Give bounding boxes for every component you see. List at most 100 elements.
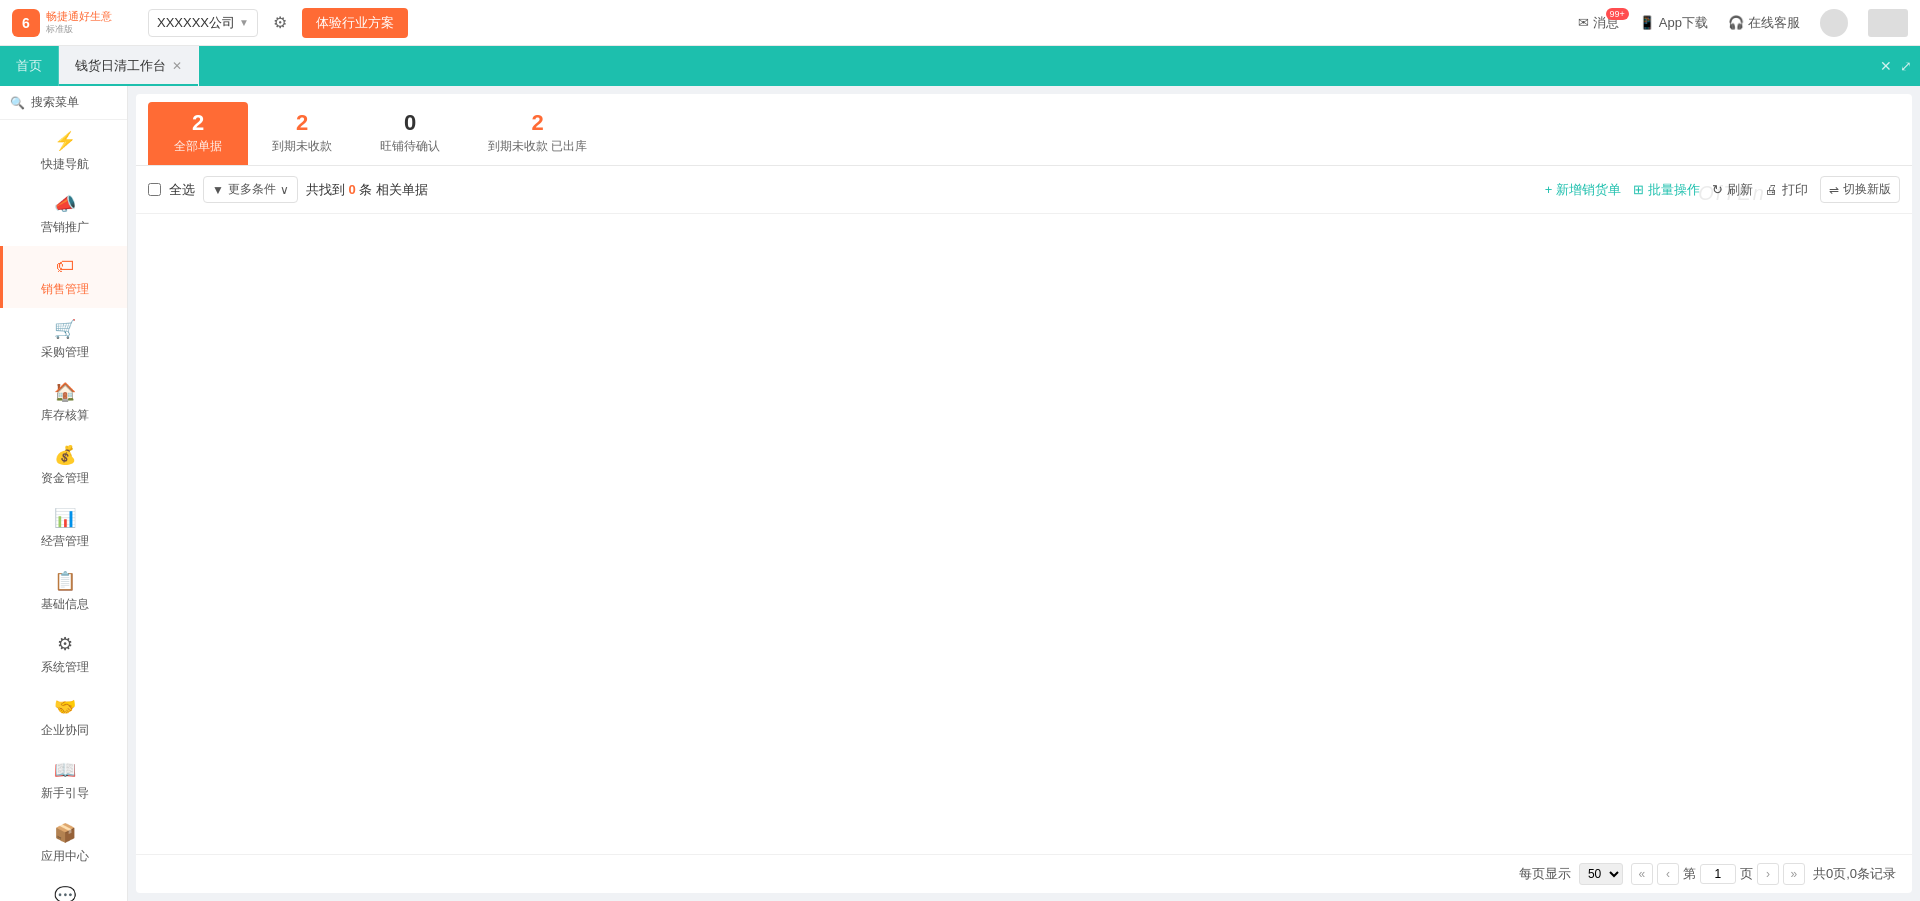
filter-label: 更多条件 xyxy=(228,181,276,198)
sidebar-item-enterprise-label: 企业协同 xyxy=(41,722,89,739)
sidebar-item-quicknav[interactable]: ⚡ 快捷导航 xyxy=(0,120,127,183)
logo-area: 6 畅捷通好生意 标准版 xyxy=(12,9,140,37)
table-area xyxy=(136,214,1912,854)
stat-label-overdue: 到期未收款 xyxy=(272,138,332,155)
sidebar-item-operation-label: 经营管理 xyxy=(41,533,89,550)
batch-label: 批量操作 xyxy=(1648,181,1700,199)
select-all-label: 全选 xyxy=(169,181,195,199)
page-nav: « ‹ 第 页 › » xyxy=(1631,863,1805,885)
first-page-button[interactable]: « xyxy=(1631,863,1653,885)
company-selector[interactable]: XXXXXX公司 ▼ xyxy=(148,9,258,37)
app-download-button[interactable]: 📱 App下载 xyxy=(1639,14,1708,32)
prev-page-button[interactable]: ‹ xyxy=(1657,863,1679,885)
found-text: 共找到 0 条 相关单据 xyxy=(306,181,428,199)
print-button[interactable]: 🖨 打印 xyxy=(1765,181,1808,199)
stat-tab-overdue-shipped[interactable]: 2 到期未收款 已出库 xyxy=(464,102,611,165)
stat-label-overdue-shipped: 到期未收款 已出库 xyxy=(488,138,587,155)
logo-title: 畅捷通好生意 xyxy=(46,9,112,23)
refresh-icon: ↻ xyxy=(1712,182,1723,197)
company-name: XXXXXX公司 xyxy=(157,14,235,32)
toolbar-right: + 新增销货单 ⊞ 批量操作 ↻ 刷新 🖨 打印 ⇌ xyxy=(1545,176,1900,203)
expand-icon[interactable]: ⤢ xyxy=(1900,58,1912,74)
page-number-input[interactable] xyxy=(1700,864,1736,884)
message-button[interactable]: ✉ 消息 99+ xyxy=(1578,14,1619,32)
next-page-button[interactable]: › xyxy=(1757,863,1779,885)
select-all-checkbox[interactable] xyxy=(148,183,161,196)
sidebar-item-finance[interactable]: 💰 资金管理 xyxy=(0,434,127,497)
print-icon: 🖨 xyxy=(1765,182,1778,197)
switch-version-button[interactable]: ⇌ 切换新版 xyxy=(1820,176,1900,203)
online-service-label: 在线客服 xyxy=(1748,14,1800,32)
enterprise-icon: 🤝 xyxy=(54,696,76,718)
sidebar: 🔍 搜索菜单 ⚡ 快捷导航 📣 营销推广 🏷 销售管理 🛒 采购管理 🏠 库存核… xyxy=(0,86,128,901)
found-suffix: 相关单据 xyxy=(376,182,428,197)
stats-tabs: 2 全部单据 2 到期未收款 0 旺铺待确认 2 到期未收款 已出库 xyxy=(136,94,1912,166)
filter-button[interactable]: ▼ 更多条件 ∨ xyxy=(203,176,298,203)
per-page-select[interactable]: 50 xyxy=(1579,863,1623,885)
main-content: 2 全部单据 2 到期未收款 0 旺铺待确认 2 到期未收款 已出库 xyxy=(128,86,1920,901)
online-service-button[interactable]: 🎧 在线客服 xyxy=(1728,14,1800,32)
sidebar-item-basic-label: 基础信息 xyxy=(41,596,89,613)
sidebar-item-marketing[interactable]: 📣 营销推广 xyxy=(0,183,127,246)
stat-num-wangpu: 0 xyxy=(404,110,416,136)
search-icon: 🔍 xyxy=(10,96,25,110)
sidebar-item-wechat[interactable]: 💬 企业微信 xyxy=(0,875,127,901)
tab-bar: 首页 钱货日清工作台 ✕ ✕ ⤢ xyxy=(0,46,1920,86)
sidebar-item-inventory[interactable]: 🏠 库存核算 xyxy=(0,371,127,434)
search-menu-item[interactable]: 🔍 搜索菜单 xyxy=(0,86,127,120)
new-sale-button[interactable]: + 新增销货单 xyxy=(1545,181,1621,199)
sidebar-item-basic[interactable]: 📋 基础信息 xyxy=(0,560,127,623)
found-prefix: 共找到 xyxy=(306,182,345,197)
finance-icon: 💰 xyxy=(54,444,76,466)
search-menu-label: 搜索菜单 xyxy=(31,94,79,111)
refresh-button[interactable]: ↻ 刷新 xyxy=(1712,181,1753,199)
wechat-icon: 💬 xyxy=(54,885,76,901)
stat-tab-all[interactable]: 2 全部单据 xyxy=(148,102,248,165)
sidebar-item-guide[interactable]: 📖 新手引导 xyxy=(0,749,127,812)
sidebar-item-system[interactable]: ⚙ 系统管理 xyxy=(0,623,127,686)
chevron-down-icon: ▼ xyxy=(239,17,249,28)
user-name-area[interactable] xyxy=(1868,9,1908,37)
switch-label: 切换新版 xyxy=(1843,181,1891,198)
toolbar: 全选 ▼ 更多条件 ∨ 共找到 0 条 相关单据 + 新增销货单 ⊞ 批 xyxy=(136,166,1912,214)
sidebar-item-finance-label: 资金管理 xyxy=(41,470,89,487)
stat-label-wangpu: 旺铺待确认 xyxy=(380,138,440,155)
sidebar-item-purchase-label: 采购管理 xyxy=(41,344,89,361)
content-area: 2 全部单据 2 到期未收款 0 旺铺待确认 2 到期未收款 已出库 xyxy=(136,94,1912,893)
batch-op-button[interactable]: ⊞ 批量操作 xyxy=(1633,181,1700,199)
appcenter-icon: 📦 xyxy=(54,822,76,844)
marketing-icon: 📣 xyxy=(54,193,76,215)
sidebar-item-enterprise[interactable]: 🤝 企业协同 xyxy=(0,686,127,749)
tab-close-icon[interactable]: ✕ xyxy=(172,59,182,73)
stat-tab-overdue[interactable]: 2 到期未收款 xyxy=(248,102,356,165)
quicknav-icon: ⚡ xyxy=(54,130,76,152)
system-icon: ⚙ xyxy=(57,633,73,655)
message-badge: 99+ xyxy=(1606,8,1629,20)
logo-sub: 标准版 xyxy=(46,23,112,36)
message-icon: ✉ xyxy=(1578,15,1589,30)
sidebar-item-purchase[interactable]: 🛒 采购管理 xyxy=(0,308,127,371)
found-count: 0 xyxy=(349,182,356,197)
switch-icon: ⇌ xyxy=(1829,183,1839,197)
tab-workbench[interactable]: 钱货日清工作台 ✕ xyxy=(59,46,199,86)
tab-home-label: 首页 xyxy=(16,57,42,75)
tab-controls: ✕ ⤢ xyxy=(1880,58,1920,74)
tab-home[interactable]: 首页 xyxy=(0,46,59,86)
gear-button[interactable]: ⚙ xyxy=(266,9,294,37)
sidebar-item-sales[interactable]: 🏷 销售管理 xyxy=(0,246,127,308)
stat-tab-wangpu[interactable]: 0 旺铺待确认 xyxy=(356,102,464,165)
stat-num-overdue-shipped: 2 xyxy=(532,110,544,136)
filter-arrow-icon: ∨ xyxy=(280,183,289,197)
service-icon: 🎧 xyxy=(1728,15,1744,30)
last-page-button[interactable]: » xyxy=(1783,863,1805,885)
sidebar-item-appcenter-label: 应用中心 xyxy=(41,848,89,865)
guide-icon: 📖 xyxy=(54,759,76,781)
try-button[interactable]: 体验行业方案 xyxy=(302,8,408,38)
sidebar-item-marketing-label: 营销推广 xyxy=(41,219,89,236)
page-suffix-label: 页 xyxy=(1740,865,1753,883)
avatar[interactable] xyxy=(1820,9,1848,37)
close-window-icon[interactable]: ✕ xyxy=(1880,58,1892,74)
sidebar-item-appcenter[interactable]: 📦 应用中心 xyxy=(0,812,127,875)
sidebar-item-operation[interactable]: 📊 经营管理 xyxy=(0,497,127,560)
logo-icon: 6 xyxy=(12,9,40,37)
